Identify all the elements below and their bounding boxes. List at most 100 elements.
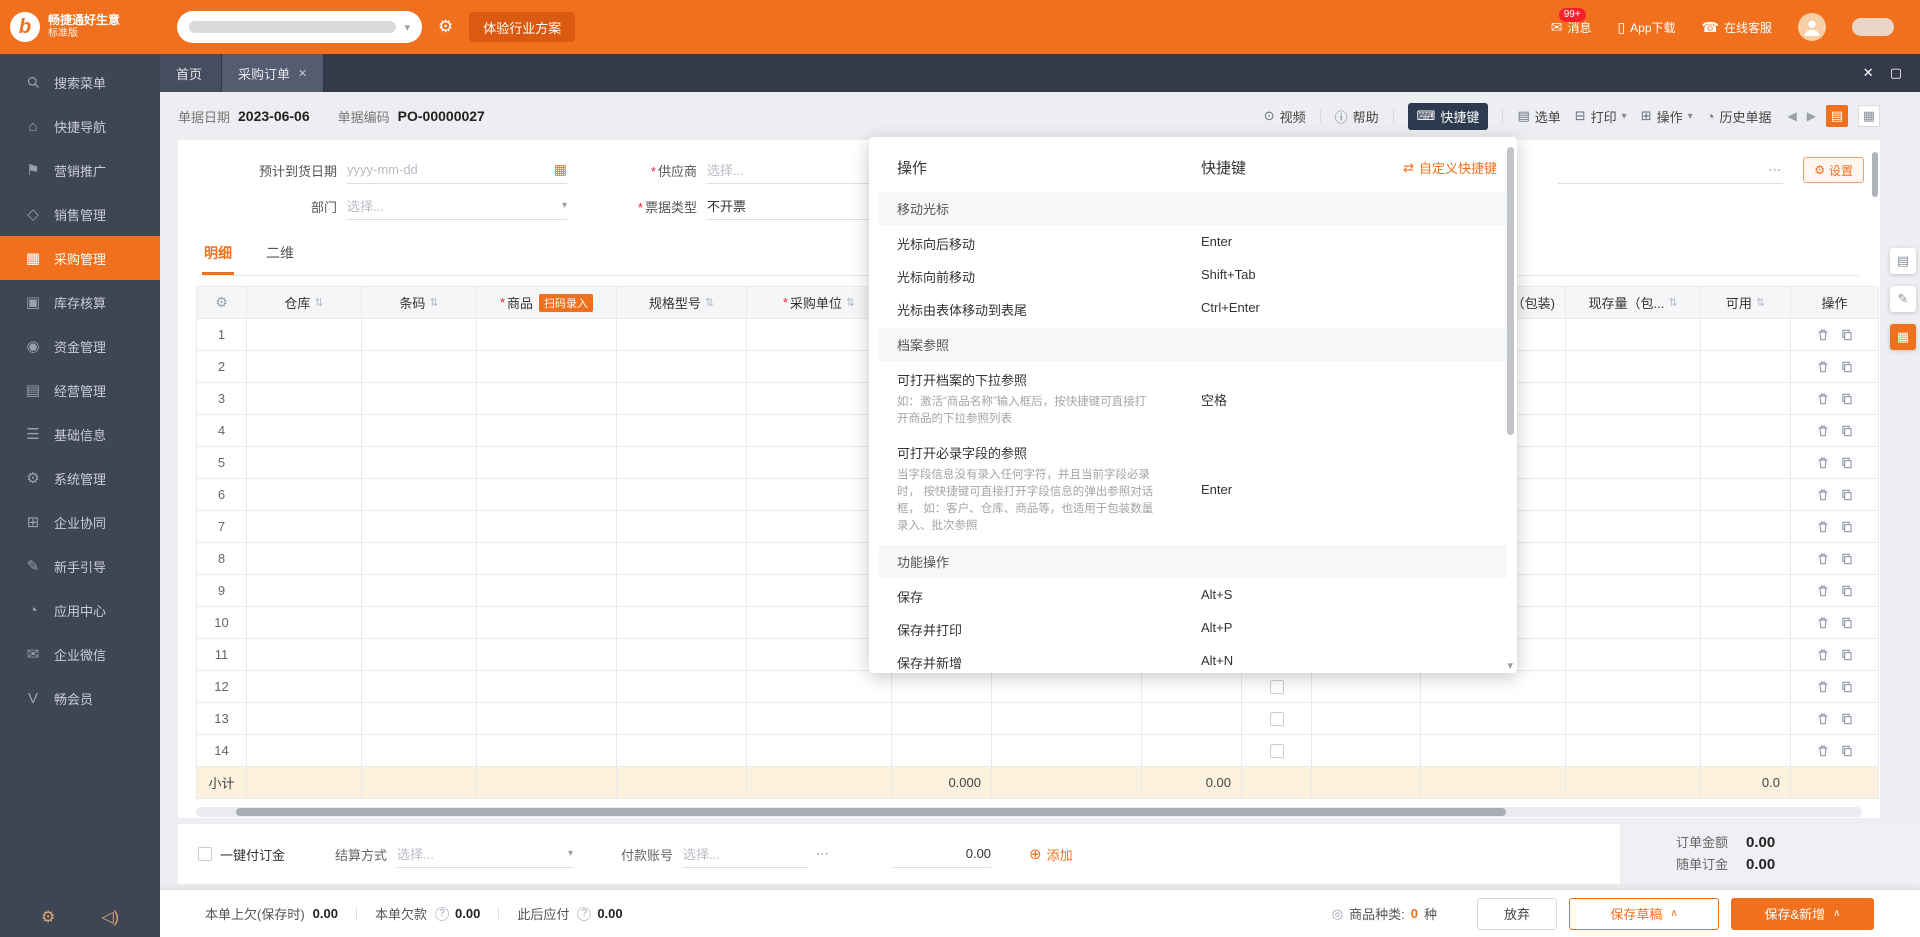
delete-row-icon[interactable] bbox=[1816, 424, 1830, 438]
toolbar-action-history[interactable]: ◔ 历史单据 bbox=[1707, 107, 1772, 126]
sidebar-item-6[interactable]: ◉ 资金管理 bbox=[0, 324, 160, 368]
delete-row-icon[interactable] bbox=[1816, 744, 1830, 758]
table-cell-product[interactable] bbox=[477, 671, 617, 703]
table-cell-warehouse[interactable] bbox=[247, 319, 362, 351]
table-cell-avail[interactable] bbox=[1701, 703, 1791, 735]
settings-button[interactable]: ⚙ 设置 bbox=[1803, 157, 1864, 183]
table-cell-warehouse[interactable] bbox=[247, 639, 362, 671]
popup-scrollbar-thumb[interactable] bbox=[1507, 147, 1514, 435]
table-cell-warehouse[interactable] bbox=[247, 415, 362, 447]
sidebar-item-2[interactable]: ⚑ 营销推广 bbox=[0, 148, 160, 192]
table-cell-avail[interactable] bbox=[1701, 415, 1791, 447]
row-checkbox[interactable] bbox=[1269, 743, 1284, 758]
table-cell-warehouse[interactable] bbox=[247, 735, 362, 767]
grid-view-toggle[interactable]: ▦ bbox=[1858, 105, 1880, 127]
sidebar-item-7[interactable]: ▤ 经营管理 bbox=[0, 368, 160, 412]
toolbar-action-help[interactable]: ⓘ 帮助 bbox=[1335, 107, 1379, 126]
sidebar-item-10[interactable]: ⊞ 企业协同 bbox=[0, 500, 160, 544]
chevron-down-icon[interactable]: ▾ bbox=[404, 21, 410, 34]
next-page-icon[interactable]: ▶ bbox=[1807, 109, 1816, 123]
table-cell-avail[interactable] bbox=[1701, 607, 1791, 639]
table-cell-barcode[interactable] bbox=[362, 735, 477, 767]
table-cell-warehouse[interactable] bbox=[247, 703, 362, 735]
toolbar-action-menu[interactable]: ▤ 选单 bbox=[1517, 107, 1560, 126]
table-cell-warehouse[interactable] bbox=[247, 543, 362, 575]
table-cell-avail[interactable] bbox=[1701, 543, 1791, 575]
copy-row-icon[interactable] bbox=[1840, 392, 1854, 406]
global-search-input[interactable]: ▾ bbox=[177, 11, 422, 43]
table-cell-spec[interactable] bbox=[617, 703, 747, 735]
prev-page-icon[interactable]: ◀ bbox=[1788, 109, 1797, 123]
sidebar-item-12[interactable]: ◔ 应用中心 bbox=[0, 588, 160, 632]
table-cell-stock[interactable] bbox=[1566, 479, 1701, 511]
sort-icon[interactable]: ⇅ bbox=[429, 296, 438, 309]
table-cell-pkg[interactable] bbox=[1421, 735, 1566, 767]
table-cell-barcode[interactable] bbox=[362, 703, 477, 735]
table-cell-barcode[interactable] bbox=[362, 543, 477, 575]
expected-date-input[interactable]: yyyy-mm-dd ▦ bbox=[347, 157, 567, 184]
add-payment-button[interactable]: ⊕ 添加 bbox=[1029, 845, 1073, 864]
table-cell-avail[interactable] bbox=[1701, 479, 1791, 511]
table-cell-product[interactable] bbox=[477, 703, 617, 735]
table-cell-stock[interactable] bbox=[1566, 415, 1701, 447]
table-cell-price[interactable] bbox=[992, 703, 1142, 735]
table-cell-price[interactable] bbox=[992, 671, 1142, 703]
table-cell-stock[interactable] bbox=[1566, 383, 1701, 415]
table-cell-avail[interactable] bbox=[1701, 671, 1791, 703]
table-cell-spec[interactable] bbox=[617, 383, 747, 415]
tab-0[interactable]: 首页 bbox=[160, 54, 222, 92]
table-cell-avail[interactable] bbox=[1701, 447, 1791, 479]
table-cell-spec[interactable] bbox=[617, 351, 747, 383]
horizontal-scrollbar-thumb[interactable] bbox=[236, 808, 1506, 816]
table-cell-warehouse[interactable] bbox=[247, 575, 362, 607]
sort-icon[interactable]: ⇅ bbox=[846, 296, 855, 309]
table-cell-product[interactable] bbox=[477, 511, 617, 543]
table-cell-avail[interactable] bbox=[1701, 575, 1791, 607]
table-cell-barcode[interactable] bbox=[362, 479, 477, 511]
table-cell-product[interactable] bbox=[477, 735, 617, 767]
app-download-button[interactable]: ▯ App下载 bbox=[1617, 19, 1675, 36]
sidebar-item-5[interactable]: ▣ 库存核算 bbox=[0, 280, 160, 324]
copy-row-icon[interactable] bbox=[1840, 680, 1854, 694]
sidebar-item-11[interactable]: ✎ 新手引导 bbox=[0, 544, 160, 588]
delete-row-icon[interactable] bbox=[1816, 488, 1830, 502]
tab-1[interactable]: 采购订单 ✕ bbox=[222, 54, 325, 92]
table-cell-qty[interactable] bbox=[892, 671, 992, 703]
table-cell-avail[interactable] bbox=[1701, 735, 1791, 767]
row-checkbox[interactable] bbox=[1269, 679, 1284, 694]
table-cell-h1[interactable] bbox=[1312, 671, 1421, 703]
copy-row-icon[interactable] bbox=[1840, 328, 1854, 342]
table-cell-product[interactable] bbox=[477, 607, 617, 639]
table-cell-product[interactable] bbox=[477, 319, 617, 351]
table-cell-h1[interactable] bbox=[1312, 735, 1421, 767]
sidebar-item-4[interactable]: ▦ 采购管理 bbox=[0, 236, 160, 280]
sort-icon[interactable]: ⇅ bbox=[705, 296, 714, 309]
table-cell-qty[interactable] bbox=[892, 735, 992, 767]
copy-row-icon[interactable] bbox=[1840, 520, 1854, 534]
table-cell-stock[interactable] bbox=[1566, 703, 1701, 735]
table-cell-barcode[interactable] bbox=[362, 607, 477, 639]
column-settings-icon[interactable]: ⚙ bbox=[215, 294, 228, 311]
table-cell-avail[interactable] bbox=[1701, 383, 1791, 415]
experience-solution-button[interactable]: 体验行业方案 bbox=[469, 12, 576, 42]
copy-row-icon[interactable] bbox=[1840, 648, 1854, 662]
table-cell-h1[interactable] bbox=[1312, 703, 1421, 735]
table-cell-warehouse[interactable] bbox=[247, 607, 362, 639]
table-cell-spec[interactable] bbox=[617, 735, 747, 767]
table-cell-barcode[interactable] bbox=[362, 639, 477, 671]
delete-row-icon[interactable] bbox=[1816, 648, 1830, 662]
table-cell-product[interactable] bbox=[477, 415, 617, 447]
horizontal-scrollbar[interactable] bbox=[196, 807, 1862, 817]
sidebar-item-13[interactable]: ✉ 企业微信 bbox=[0, 632, 160, 676]
delete-row-icon[interactable] bbox=[1816, 712, 1830, 726]
table-cell-price[interactable] bbox=[992, 735, 1142, 767]
table-cell-product[interactable] bbox=[477, 383, 617, 415]
settlement-select[interactable]: 选择... ▾ bbox=[397, 841, 574, 868]
table-cell-spec[interactable] bbox=[617, 607, 747, 639]
table-cell-barcode[interactable] bbox=[362, 511, 477, 543]
customize-shortcuts-link[interactable]: ⇄ 自定义快捷键 bbox=[1403, 158, 1497, 177]
table-cell-product[interactable] bbox=[477, 575, 617, 607]
toolbar-action-print[interactable]: ⊟ 打印 ▾ bbox=[1575, 107, 1627, 126]
sidebar-item-9[interactable]: ⚙ 系统管理 bbox=[0, 456, 160, 500]
toolbar-action-operations[interactable]: ⊞ 操作 ▾ bbox=[1641, 107, 1693, 126]
